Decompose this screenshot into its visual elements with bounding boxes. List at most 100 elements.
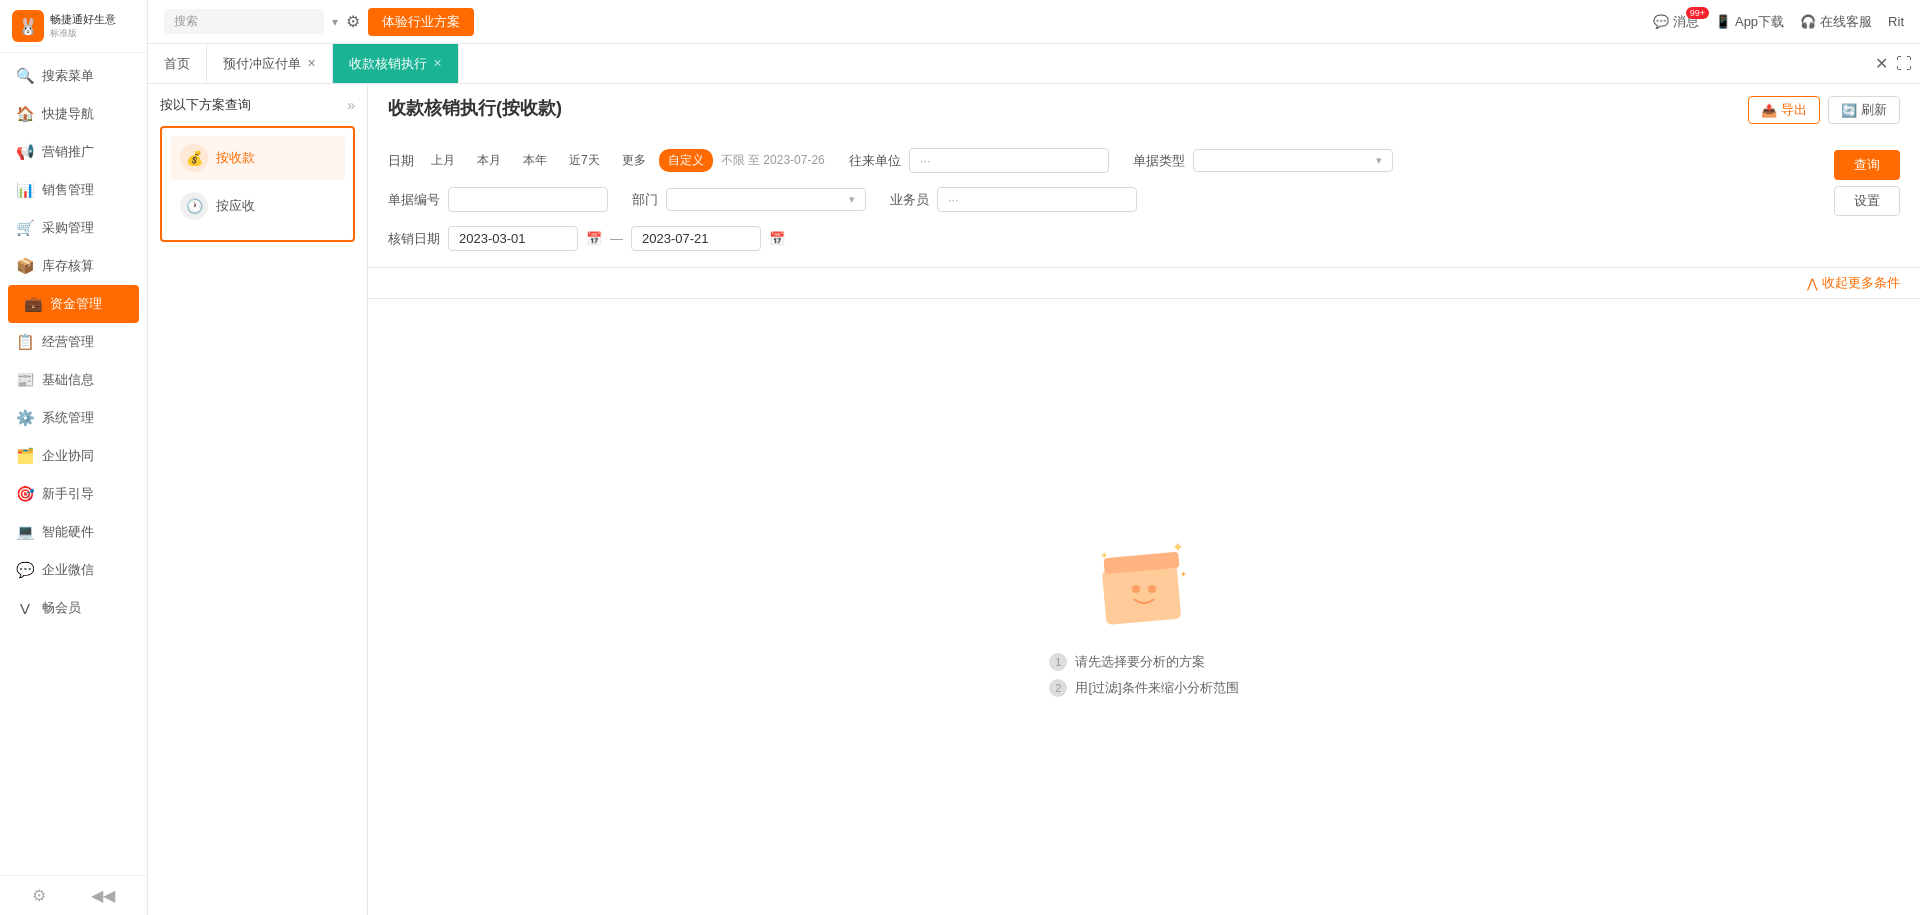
filter-option-by-receipt[interactable]: 💰 按收款: [170, 136, 345, 180]
refresh-button[interactable]: 🔄 刷新: [1828, 96, 1900, 124]
member-icon: V: [16, 600, 34, 617]
staff-select[interactable]: ···: [937, 187, 1137, 212]
sidebar-item-purchase[interactable]: 🛒 采购管理: [0, 209, 147, 247]
sidebar-footer: ⚙ ◀◀: [0, 875, 147, 915]
receivable-icon: 🕐: [180, 192, 208, 220]
sidebar-item-management[interactable]: 📋 经营管理: [0, 323, 147, 361]
form-row-1: 日期 上月 本月 本年 近7天 更多 自定义 不限 至 2023-07-26: [388, 148, 1818, 173]
counterparty-field: 往来单位 ···: [849, 148, 1109, 173]
date-tag-more[interactable]: 更多: [613, 149, 655, 172]
date-tags: 上月 本月 本年 近7天 更多 自定义: [422, 149, 713, 172]
date-label: 日期: [388, 152, 414, 170]
expand-tab-button[interactable]: ⛶: [1896, 55, 1912, 73]
query-form: 日期 上月 本月 本年 近7天 更多 自定义 不限 至 2023-07-26: [368, 132, 1920, 268]
tab-receipt-verify[interactable]: 收款核销执行 ✕: [333, 44, 459, 83]
verify-date-end-input[interactable]: [631, 226, 761, 251]
export-button[interactable]: 📤 导出: [1748, 96, 1820, 124]
sidebar-item-system[interactable]: ⚙️ 系统管理: [0, 399, 147, 437]
form-fields: 日期 上月 本月 本年 近7天 更多 自定义 不限 至 2023-07-26: [388, 148, 1818, 251]
sidebar-item-search[interactable]: 🔍 搜索菜单: [0, 57, 147, 95]
online-service-link[interactable]: 🎧 在线客服: [1800, 13, 1872, 31]
info-icon: 📰: [16, 371, 34, 389]
topbar-left: 搜索 ▾ ⚙ 体验行业方案: [164, 8, 1641, 36]
megaphone-icon: 📢: [16, 143, 34, 161]
docno-input[interactable]: [448, 187, 608, 212]
clipboard-icon: 📋: [16, 333, 34, 351]
sidebar-item-wechat[interactable]: 💬 企业微信: [0, 551, 147, 589]
svg-point-3: [1148, 585, 1156, 593]
doctype-select[interactable]: ▾: [1193, 149, 1393, 172]
svg-text:✦: ✦: [1172, 539, 1184, 555]
docno-label: 单据编号: [388, 191, 440, 209]
cart-icon: 🛒: [16, 219, 34, 237]
search-chevron-icon: ▾: [332, 15, 338, 29]
tabbar: 首页 预付冲应付单 ✕ 收款核销执行 ✕ ✕ ⛶: [148, 44, 1920, 84]
cal-end-icon[interactable]: 📅: [769, 231, 785, 246]
filter-option-receivable-label: 按应收: [216, 197, 255, 215]
message-badge: 99+: [1686, 7, 1709, 19]
topbar-gear-icon[interactable]: ⚙: [346, 12, 360, 31]
content-wrapper: 收款核销执行(按收款) 📤 导出 🔄 刷新: [368, 84, 1920, 915]
tab-home[interactable]: 首页: [148, 44, 207, 83]
empty-hints: 1 请先选择要分析的方案 2 用[过滤]条件来缩小分析范围: [1049, 653, 1238, 697]
date-tag-custom[interactable]: 自定义: [659, 149, 713, 172]
search-bar[interactable]: 搜索: [164, 9, 324, 34]
search-icon: 🔍: [16, 67, 34, 85]
form-row-3: 核销日期 📅 — 📅: [388, 226, 1818, 251]
message-button[interactable]: 💬 消息 99+: [1653, 13, 1699, 31]
date-tag-last-month[interactable]: 上月: [422, 149, 464, 172]
filter-option-by-receivable[interactable]: 🕐 按应收: [170, 184, 345, 228]
close-tab-button[interactable]: ✕: [1875, 54, 1888, 73]
sidebar-item-collab[interactable]: 🗂️ 企业协同: [0, 437, 147, 475]
hint-num-2: 2: [1049, 679, 1067, 697]
filter-panel: 按以下方案查询 » 💰 按收款 🕐 按应收: [148, 84, 368, 915]
sidebar-item-quicknav[interactable]: 🏠 快捷导航: [0, 95, 147, 133]
set-button[interactable]: 设置: [1834, 186, 1900, 216]
hardware-icon: 💻: [16, 523, 34, 541]
sidebar-item-basic-info[interactable]: 📰 基础信息: [0, 361, 147, 399]
date-tag-7days[interactable]: 近7天: [560, 149, 609, 172]
dept-label: 部门: [632, 191, 658, 209]
date-tag-this-month[interactable]: 本月: [468, 149, 510, 172]
page-actions: 📤 导出 🔄 刷新: [1748, 96, 1900, 124]
date-separator: —: [610, 231, 623, 246]
filter-option-receipt-label: 按收款: [216, 149, 255, 167]
staff-dots: ···: [948, 192, 959, 207]
sidebar-item-inventory[interactable]: 📦 库存核算: [0, 247, 147, 285]
sidebar-item-hardware[interactable]: 💻 智能硬件: [0, 513, 147, 551]
sidebar-item-member[interactable]: V 畅会员: [0, 589, 147, 627]
cal-start-icon[interactable]: 📅: [586, 231, 602, 246]
app-download-link[interactable]: 📱 App下载: [1715, 13, 1784, 31]
query-button[interactable]: 查询: [1834, 150, 1900, 180]
dept-select[interactable]: ▾: [666, 188, 866, 211]
sidebar-item-finance[interactable]: 💼 资金管理: [8, 285, 139, 323]
collapse-chevron-icon: ⋀: [1807, 276, 1818, 291]
settings-icon[interactable]: ⚙: [32, 886, 46, 905]
svg-text:✦: ✦: [1180, 570, 1187, 579]
box-icon: 📦: [16, 257, 34, 275]
doctype-arrow-icon: ▾: [1376, 154, 1382, 167]
logo-icon: 🐰: [12, 10, 44, 42]
phone-icon: 📱: [1715, 14, 1731, 29]
collapse-sidebar-icon[interactable]: ◀◀: [91, 886, 115, 905]
date-tag-this-year[interactable]: 本年: [514, 149, 556, 172]
close-tab-receipt-icon[interactable]: ✕: [433, 57, 442, 70]
sidebar-item-marketing[interactable]: 📢 营销推广: [0, 133, 147, 171]
tab-prepay[interactable]: 预付冲应付单 ✕: [207, 44, 333, 83]
staff-field: 业务员 ···: [890, 187, 1137, 212]
app-name: 畅捷通好生意: [50, 12, 116, 26]
verify-date-start-input[interactable]: [448, 226, 578, 251]
app-logo: 🐰 畅捷通好生意 标准版: [0, 0, 147, 53]
sidebar-item-guide[interactable]: 🎯 新手引导: [0, 475, 147, 513]
sidebar-item-sales[interactable]: 📊 销售管理: [0, 171, 147, 209]
filter-collapse-icon[interactable]: »: [347, 97, 355, 113]
verify-date-label: 核销日期: [388, 230, 440, 248]
collapse-more-conditions-bar[interactable]: ⋀ 收起更多条件: [368, 268, 1920, 299]
home-icon: 🏠: [16, 105, 34, 123]
close-tab-prepay-icon[interactable]: ✕: [307, 57, 316, 70]
industry-solution-button[interactable]: 体验行业方案: [368, 8, 474, 36]
counterparty-select[interactable]: ···: [909, 148, 1109, 173]
empty-illustration: ✦ ✦ ✦: [1084, 517, 1204, 637]
headset-icon: 🎧: [1800, 14, 1816, 29]
wechat-icon: 💬: [16, 561, 34, 579]
